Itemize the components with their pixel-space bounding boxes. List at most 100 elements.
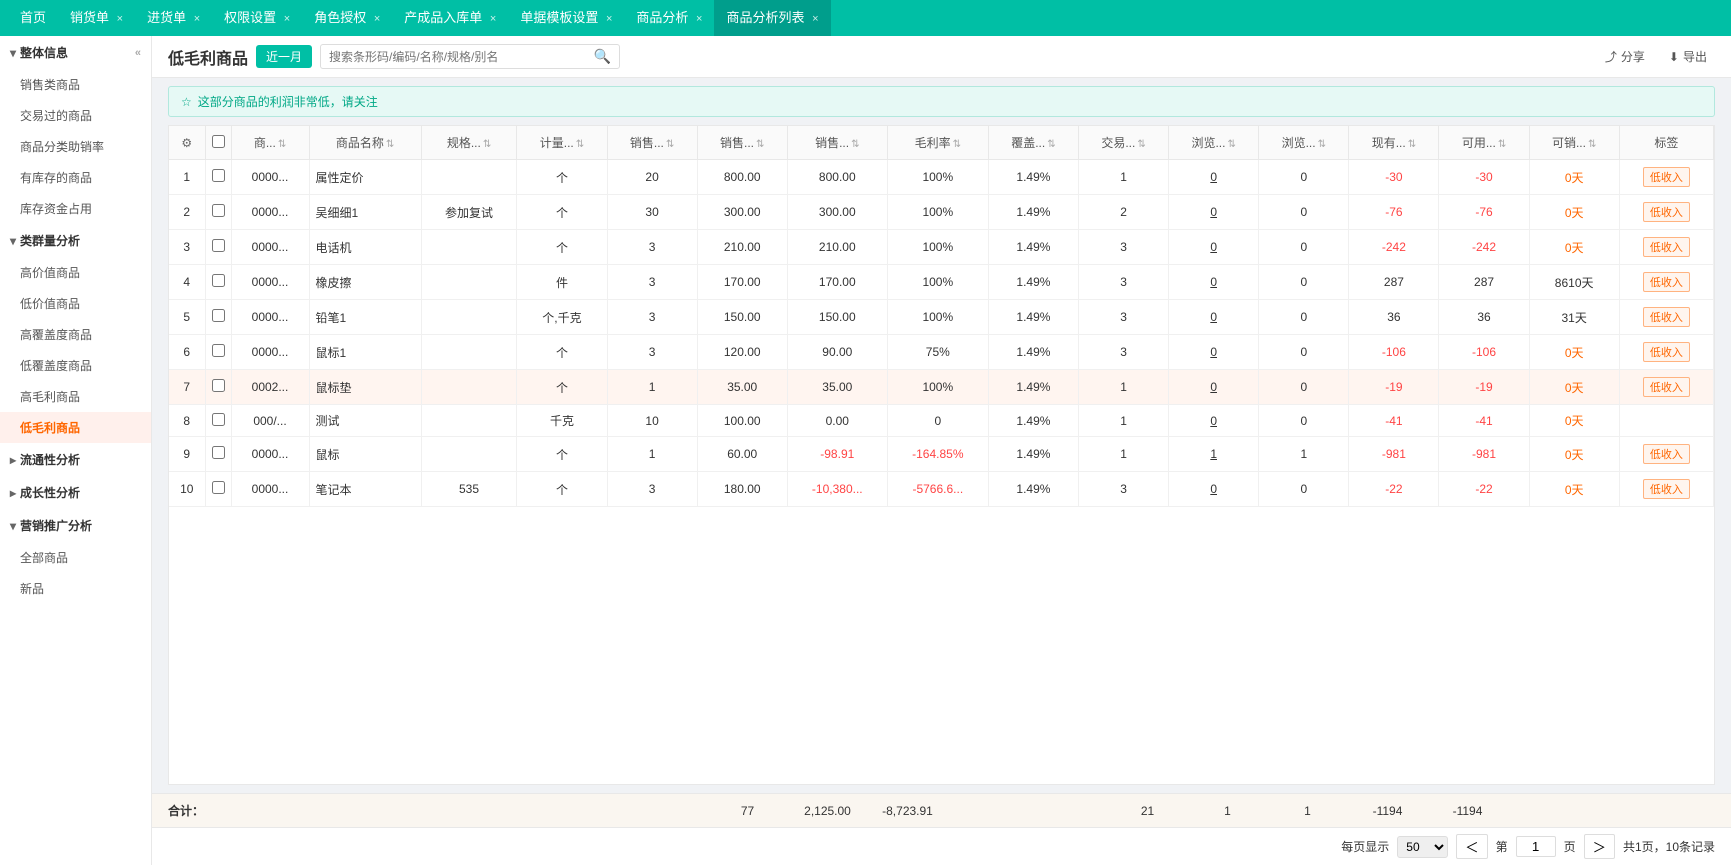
row-checkbox-cell[interactable]: [205, 437, 231, 472]
close-analysis-icon[interactable]: ×: [696, 13, 702, 25]
row-checkbox-cell[interactable]: [205, 230, 231, 265]
sidebar-item-high-coverage[interactable]: 高覆盖度商品: [0, 319, 151, 350]
th-unit[interactable]: 计量...⇅: [517, 126, 607, 160]
close-roles-icon[interactable]: ×: [374, 13, 380, 25]
nav-purchase[interactable]: 进货单 ×: [135, 0, 212, 36]
row-name[interactable]: 鼠标垫: [309, 370, 421, 405]
sidebar-item-sales-products[interactable]: 销售类商品: [0, 69, 151, 100]
row-checkbox-cell[interactable]: [205, 370, 231, 405]
th-sales2[interactable]: 销售...⇅: [697, 126, 787, 160]
row-views1[interactable]: 0: [1169, 472, 1259, 507]
row-name[interactable]: 橡皮擦: [309, 265, 421, 300]
row-views1[interactable]: 0: [1169, 265, 1259, 300]
row-checkbox-cell[interactable]: [205, 195, 231, 230]
sidebar-item-high-profit[interactable]: 高毛利商品: [0, 381, 151, 412]
sidebar-item-all-products[interactable]: 全部商品: [0, 542, 151, 573]
row-checkbox[interactable]: [212, 481, 225, 494]
th-settings[interactable]: ⚙: [169, 126, 205, 160]
th-code[interactable]: 商...⇅: [231, 126, 309, 160]
search-input[interactable]: [329, 50, 594, 64]
nav-products-entry[interactable]: 产成品入库单 ×: [392, 0, 508, 36]
row-name[interactable]: 属性定价: [309, 160, 421, 195]
row-checkbox-cell[interactable]: [205, 335, 231, 370]
sidebar-group-marketing[interactable]: ▾ 营销推广分析: [0, 509, 151, 542]
row-checkbox-cell[interactable]: [205, 160, 231, 195]
per-page-select[interactable]: 50 100 200: [1397, 836, 1448, 858]
row-checkbox[interactable]: [212, 413, 225, 426]
row-name[interactable]: 吴细细1: [309, 195, 421, 230]
th-views2[interactable]: 浏览...⇅: [1259, 126, 1349, 160]
th-checkbox[interactable]: [205, 126, 231, 160]
nav-template[interactable]: 单据模板设置 ×: [508, 0, 624, 36]
sidebar-item-high-value[interactable]: 高价值商品: [0, 257, 151, 288]
th-spec[interactable]: 规格...⇅: [421, 126, 517, 160]
th-views1[interactable]: 浏览...⇅: [1169, 126, 1259, 160]
nav-permissions[interactable]: 权限设置 ×: [212, 0, 302, 36]
nav-sales[interactable]: 销货单 ×: [58, 0, 135, 36]
next-page-button[interactable]: ＞: [1584, 834, 1615, 859]
row-name[interactable]: 测试: [309, 405, 421, 437]
row-checkbox[interactable]: [212, 309, 225, 322]
row-checkbox[interactable]: [212, 446, 225, 459]
row-checkbox-cell[interactable]: [205, 265, 231, 300]
sidebar-item-low-profit[interactable]: 低毛利商品: [0, 412, 151, 443]
row-views1[interactable]: 0: [1169, 370, 1259, 405]
row-views1[interactable]: 0: [1169, 160, 1259, 195]
nav-analysis-list[interactable]: 商品分析列表 ×: [714, 0, 830, 36]
row-views1[interactable]: 0: [1169, 300, 1259, 335]
row-name[interactable]: 鼠标: [309, 437, 421, 472]
sidebar-item-category-rate[interactable]: 商品分类助销率: [0, 131, 151, 162]
row-views1[interactable]: 0: [1169, 195, 1259, 230]
th-sales3[interactable]: 销售...⇅: [787, 126, 887, 160]
collapse-overview-icon[interactable]: «: [135, 47, 141, 59]
row-checkbox[interactable]: [212, 239, 225, 252]
sidebar-group-flow[interactable]: ▸ 流通性分析: [0, 443, 151, 476]
search-box[interactable]: 🔍: [320, 44, 620, 69]
time-filter-button[interactable]: 近一月: [256, 45, 312, 68]
row-checkbox[interactable]: [212, 379, 225, 392]
close-purchase-icon[interactable]: ×: [194, 13, 200, 25]
row-checkbox-cell[interactable]: [205, 405, 231, 437]
share-button[interactable]: ⤴ 分享: [1597, 44, 1653, 69]
row-name[interactable]: 电话机: [309, 230, 421, 265]
export-button[interactable]: ⬇ 导出: [1661, 44, 1715, 69]
close-template-icon[interactable]: ×: [606, 13, 612, 25]
close-sales-icon[interactable]: ×: [117, 13, 123, 25]
close-perm-icon[interactable]: ×: [284, 13, 290, 25]
row-checkbox-cell[interactable]: [205, 300, 231, 335]
row-checkbox-cell[interactable]: [205, 472, 231, 507]
sidebar-item-in-stock[interactable]: 有库存的商品: [0, 162, 151, 193]
row-checkbox[interactable]: [212, 274, 225, 287]
th-sales1[interactable]: 销售...⇅: [607, 126, 697, 160]
row-name[interactable]: 鼠标1: [309, 335, 421, 370]
row-views1[interactable]: 0: [1169, 335, 1259, 370]
sidebar-item-traded[interactable]: 交易过的商品: [0, 100, 151, 131]
sidebar-item-inventory-fund[interactable]: 库存资金占用: [0, 193, 151, 224]
close-products-icon[interactable]: ×: [490, 13, 496, 25]
row-name[interactable]: 笔记本: [309, 472, 421, 507]
search-icon[interactable]: 🔍: [594, 48, 611, 65]
row-name[interactable]: 铅笔1: [309, 300, 421, 335]
sidebar-item-low-coverage[interactable]: 低覆盖度商品: [0, 350, 151, 381]
nav-home[interactable]: 首页: [8, 0, 58, 36]
th-saleable-stock[interactable]: 可销...⇅: [1529, 126, 1619, 160]
th-transactions[interactable]: 交易...⇅: [1078, 126, 1168, 160]
th-current-stock[interactable]: 现有...⇅: [1349, 126, 1439, 160]
row-views1[interactable]: 0: [1169, 230, 1259, 265]
settings-icon[interactable]: ⚙: [181, 136, 192, 150]
th-coverage[interactable]: 覆盖...⇅: [988, 126, 1078, 160]
sidebar-group-cluster[interactable]: ▾ 类群量分析: [0, 224, 151, 257]
sidebar-item-low-value[interactable]: 低价值商品: [0, 288, 151, 319]
sidebar-group-overview[interactable]: ▾ 整体信息 «: [0, 36, 151, 69]
sidebar-group-growth[interactable]: ▸ 成长性分析: [0, 476, 151, 509]
select-all-checkbox[interactable]: [212, 135, 225, 148]
row-views1[interactable]: 0: [1169, 405, 1259, 437]
page-number-input[interactable]: [1516, 836, 1556, 857]
row-views1[interactable]: 1: [1169, 437, 1259, 472]
th-available-stock[interactable]: 可用...⇅: [1439, 126, 1529, 160]
th-gross-rate[interactable]: 毛利率⇅: [887, 126, 988, 160]
nav-analysis[interactable]: 商品分析 ×: [624, 0, 714, 36]
row-checkbox[interactable]: [212, 169, 225, 182]
nav-roles[interactable]: 角色授权 ×: [302, 0, 392, 36]
row-checkbox[interactable]: [212, 204, 225, 217]
